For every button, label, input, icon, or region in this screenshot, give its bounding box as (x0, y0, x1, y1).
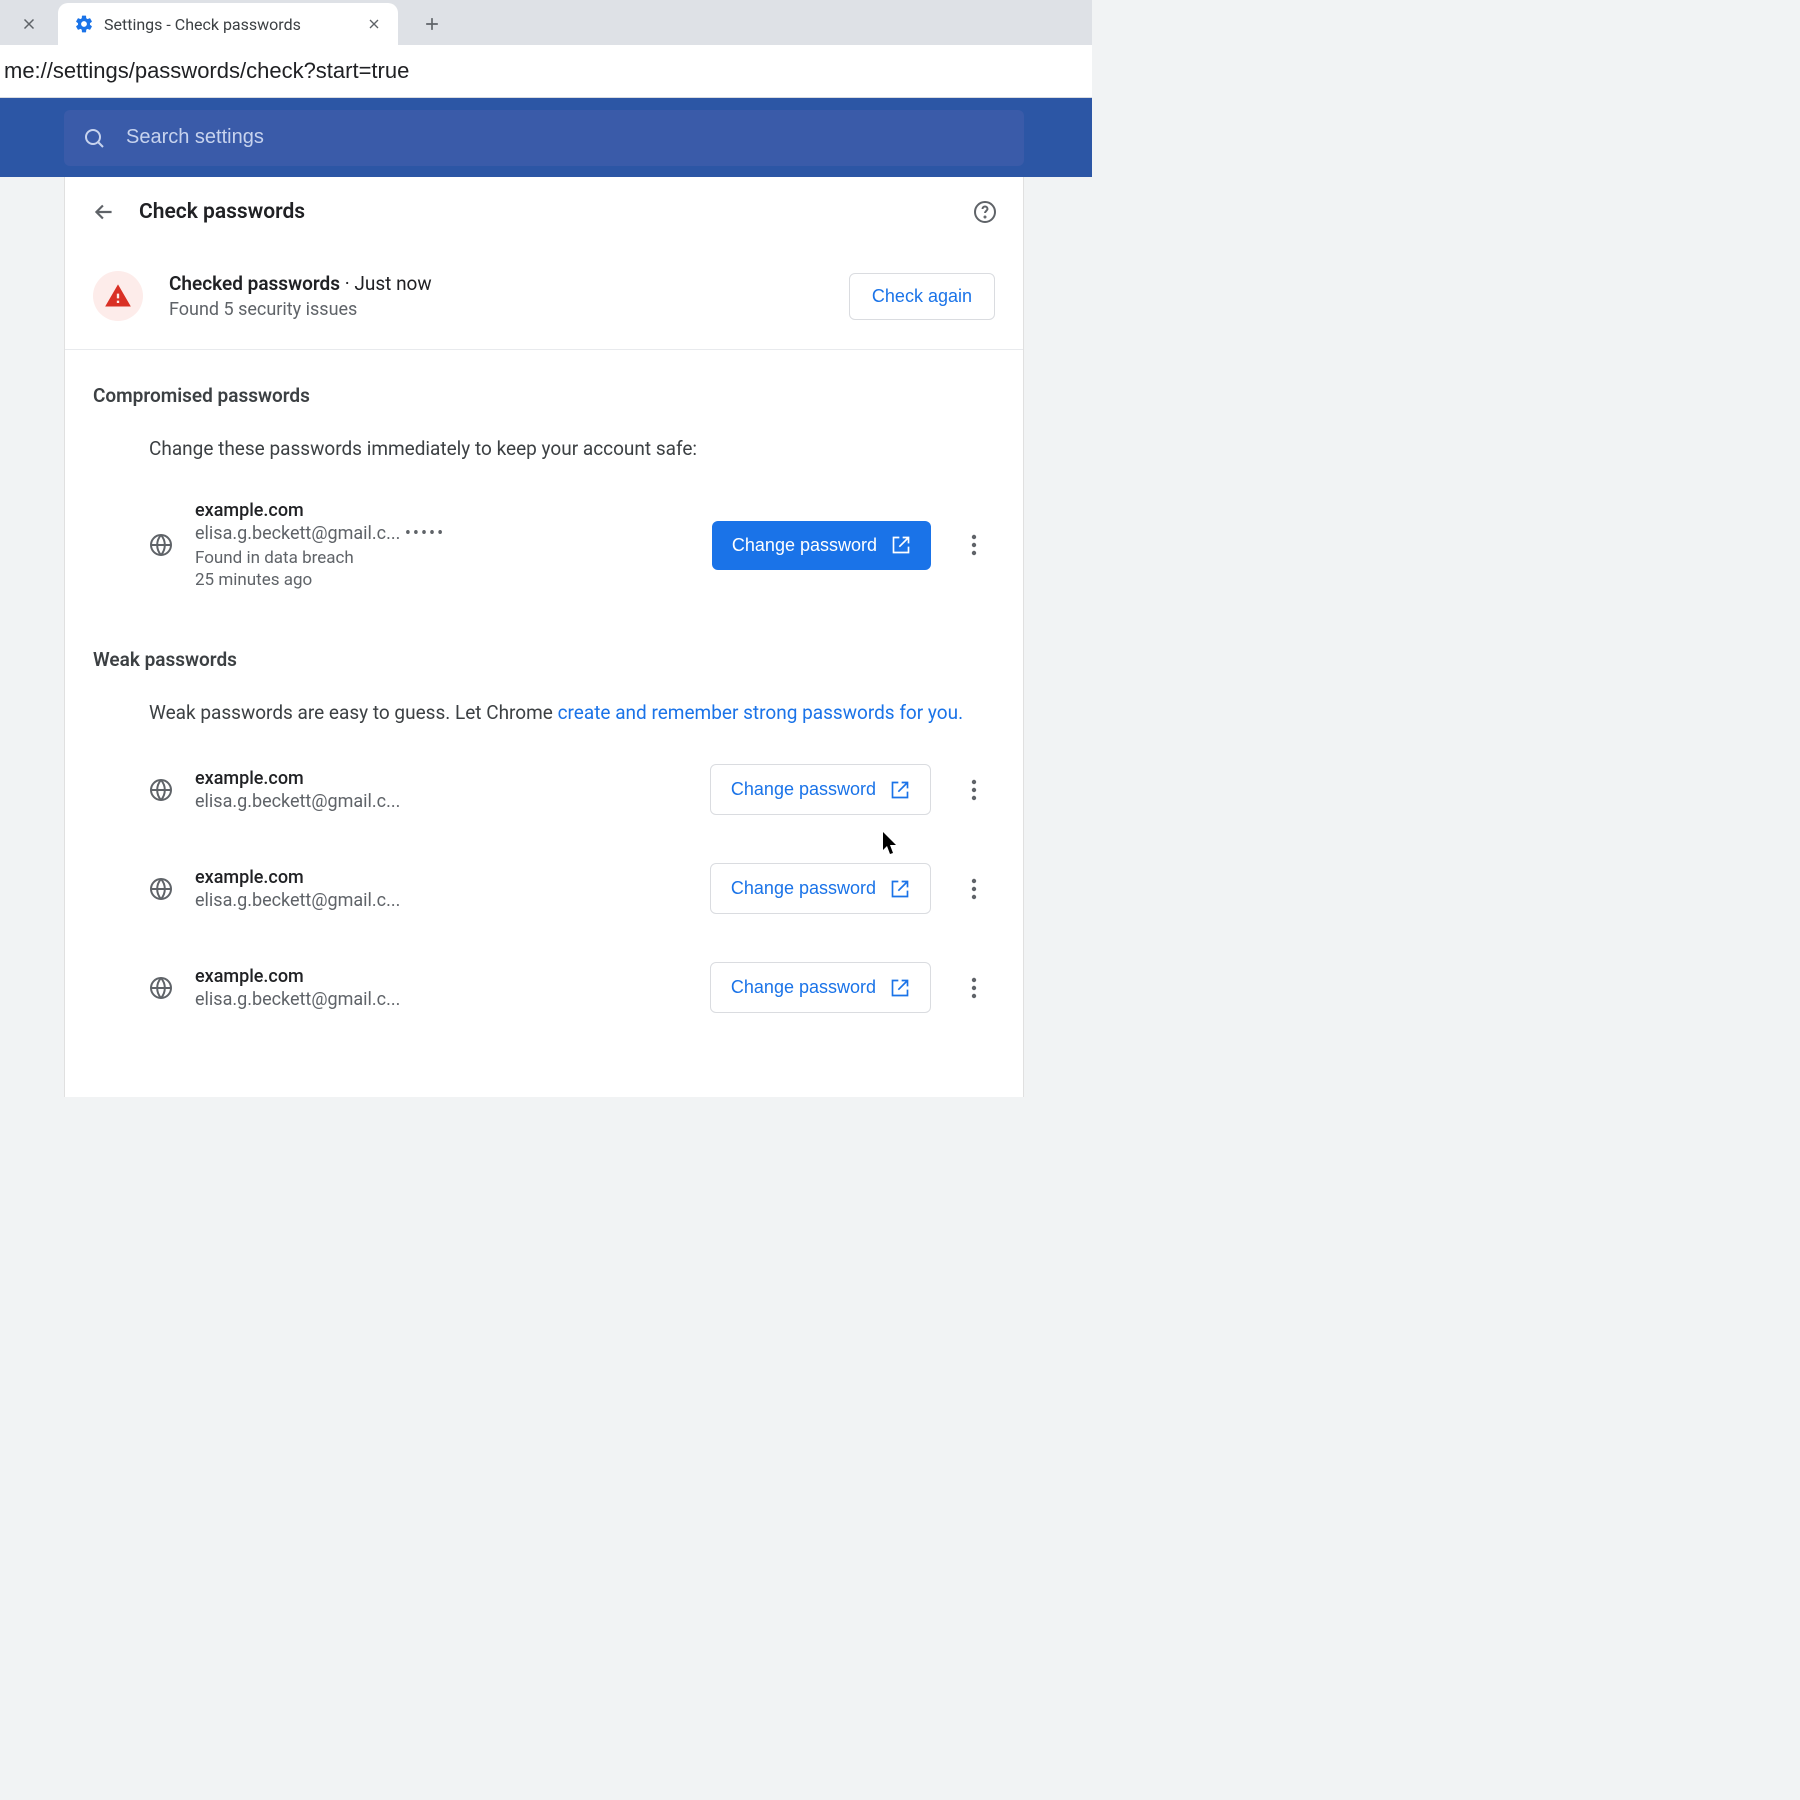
settings-card: Check passwords Checked passwords · Just… (64, 177, 1024, 1097)
pw-info: example.com elisa.g.beckett@gmail.c... (195, 867, 400, 911)
pw-info: example.com elisa.g.beckett@gmail.c... (195, 966, 400, 1010)
weak-heading: Weak passwords (93, 648, 995, 671)
change-password-button[interactable]: Change password (710, 764, 931, 815)
pw-info: example.com elisa.g.beckett@gmail.c... (195, 768, 400, 812)
email: elisa.g.beckett@gmail.c... (195, 791, 400, 812)
page-title: Check passwords (139, 200, 951, 224)
email: elisa.g.beckett@gmail.c... (195, 523, 400, 544)
compromised-section: Compromised passwords Change these passw… (65, 350, 1023, 608)
weak-subtext: Weak passwords are easy to guess. Let Ch… (149, 701, 995, 724)
weak-row: example.com elisa.g.beckett@gmail.c... C… (93, 853, 995, 924)
status-title: Checked passwords (169, 272, 340, 295)
change-password-button[interactable]: Change password (712, 521, 931, 570)
compromised-subtext: Change these passwords immediately to ke… (149, 437, 995, 460)
check-again-button[interactable]: Check again (849, 273, 995, 320)
more-menu-icon[interactable] (953, 526, 995, 564)
site-name: example.com (195, 768, 400, 789)
compromised-heading: Compromised passwords (93, 384, 995, 407)
back-arrow-icon[interactable] (91, 199, 117, 225)
email: elisa.g.beckett@gmail.c... (195, 890, 400, 911)
tab-title: Settings - Check passwords (104, 15, 356, 34)
page-body: Check passwords Checked passwords · Just… (0, 177, 1092, 1097)
warning-icon (93, 271, 143, 321)
weak-row: example.com elisa.g.beckett@gmail.c... C… (93, 952, 995, 1023)
breach-reason: Found in data breach (195, 548, 445, 568)
weak-section: Weak passwords Weak passwords are easy t… (65, 608, 1023, 1031)
card-header: Check passwords (65, 177, 1023, 251)
settings-top-bar (0, 98, 1092, 177)
globe-icon (149, 533, 173, 557)
settings-search[interactable] (64, 110, 1024, 166)
globe-icon (149, 976, 173, 1000)
close-tab-icon[interactable] (366, 16, 382, 32)
pw-info: example.com elisa.g.beckett@gmail.c... •… (195, 500, 445, 590)
email: elisa.g.beckett@gmail.c... (195, 989, 400, 1010)
compromised-row: example.com elisa.g.beckett@gmail.c... •… (93, 490, 995, 600)
change-password-button[interactable]: Change password (710, 863, 931, 914)
status-time: Just now (354, 272, 431, 295)
address-bar[interactable] (0, 45, 1092, 98)
strong-passwords-link[interactable]: create and remember strong passwords for… (558, 701, 964, 724)
more-menu-icon[interactable] (953, 771, 995, 809)
browser-tab[interactable]: Settings - Check passwords (58, 3, 398, 45)
prev-tab-close-icon[interactable] (0, 3, 58, 45)
globe-icon (149, 877, 173, 901)
site-name: example.com (195, 966, 400, 987)
site-name: example.com (195, 867, 400, 888)
search-input[interactable] (126, 126, 1006, 149)
open-external-icon (890, 978, 910, 998)
status-detail: Found 5 security issues (169, 299, 432, 320)
more-menu-icon[interactable] (953, 870, 995, 908)
status-text: Checked passwords · Just now Found 5 sec… (169, 272, 432, 320)
status-row: Checked passwords · Just now Found 5 sec… (65, 251, 1023, 350)
open-external-icon (890, 879, 910, 899)
password-dots: ••••• (405, 523, 445, 544)
url-input[interactable] (4, 58, 1088, 84)
change-password-button[interactable]: Change password (710, 962, 931, 1013)
open-external-icon (891, 535, 911, 555)
globe-icon (149, 778, 173, 802)
weak-row: example.com elisa.g.beckett@gmail.c... C… (93, 754, 995, 825)
breach-time: 25 minutes ago (195, 570, 445, 590)
tabstrip: Settings - Check passwords (0, 0, 1092, 45)
more-menu-icon[interactable] (953, 969, 995, 1007)
help-icon[interactable] (973, 200, 997, 224)
open-external-icon (890, 780, 910, 800)
site-name: example.com (195, 500, 445, 521)
gear-icon (74, 14, 94, 34)
new-tab-button[interactable] (412, 3, 452, 45)
